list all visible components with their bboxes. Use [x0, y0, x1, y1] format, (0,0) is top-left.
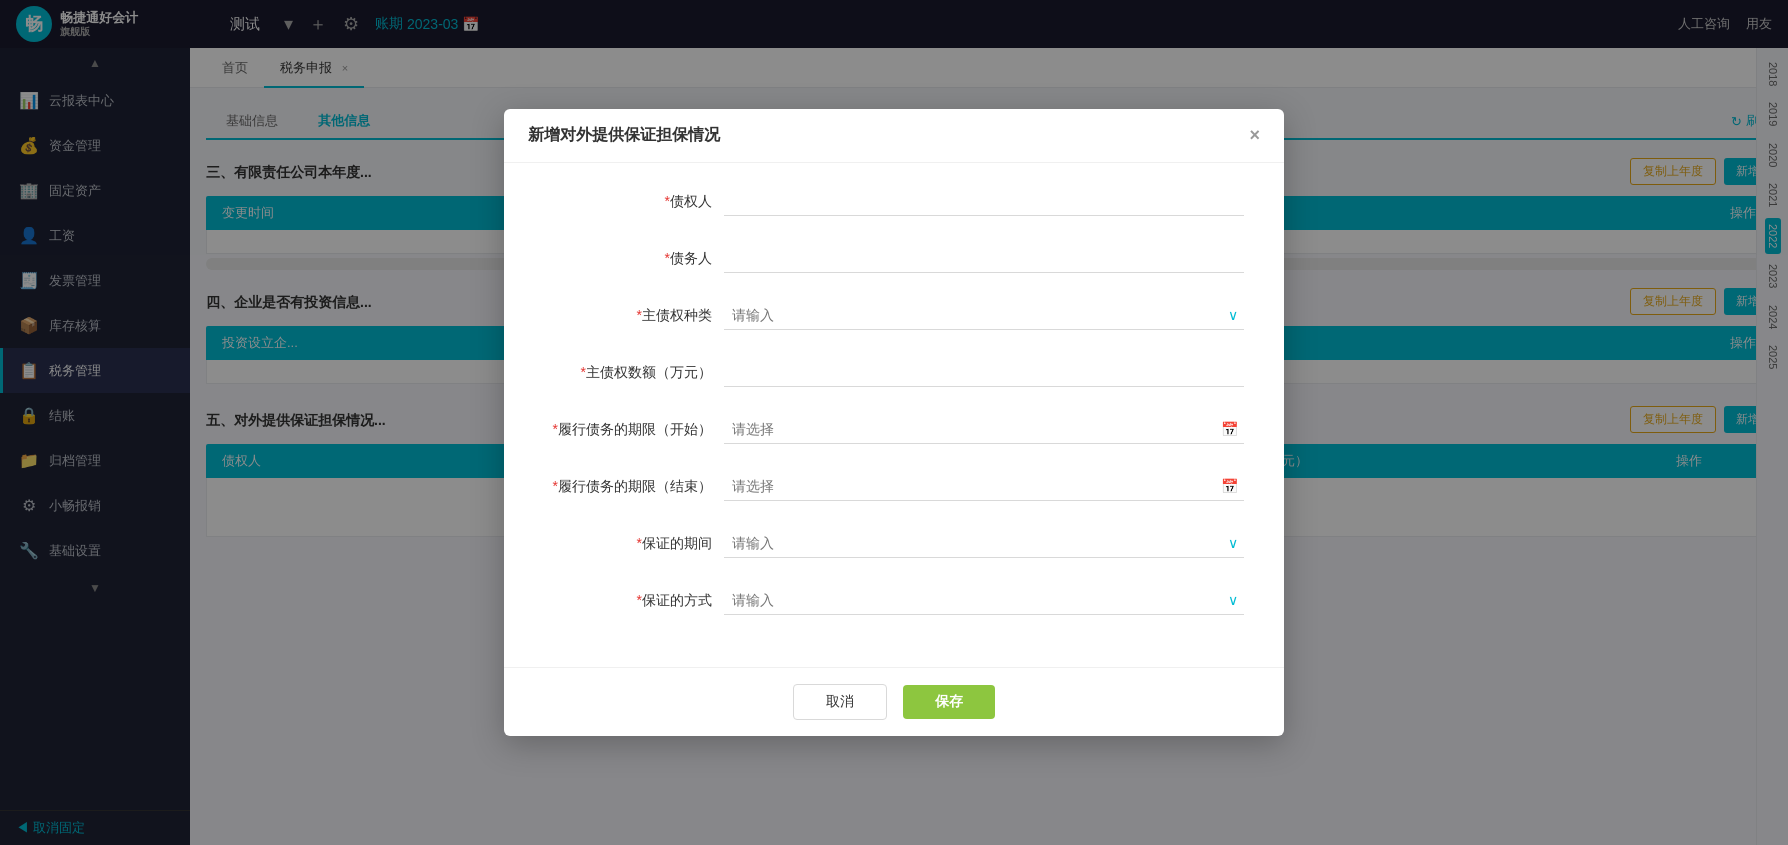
input-claim-amount[interactable]: [724, 358, 1244, 387]
input-creditor[interactable]: [724, 187, 1244, 216]
save-btn[interactable]: 保存: [903, 685, 995, 719]
label-period-end: *履行债务的期限（结束）: [544, 478, 724, 496]
dialog-title: 新增对外提供保证担保情况: [528, 125, 720, 146]
select-arrow-guarantee-period[interactable]: ∨: [1228, 535, 1244, 551]
form-row-creditor: *债权人: [544, 187, 1244, 216]
label-claim-amount: *主债权数额（万元）: [544, 364, 724, 382]
date-input-end[interactable]: [724, 472, 1221, 500]
dialog-close-btn[interactable]: ×: [1249, 125, 1260, 146]
form-row-period-end: *履行债务的期限（结束） 📅: [544, 472, 1244, 501]
dialog-footer: 取消 保存: [504, 667, 1284, 736]
label-guarantee-method: *保证的方式: [544, 592, 724, 610]
calendar-end-icon[interactable]: 📅: [1221, 478, 1244, 494]
select-claim-type[interactable]: ∨: [724, 301, 1244, 330]
select-arrow-guarantee-method[interactable]: ∨: [1228, 592, 1244, 608]
form-row-claim-amount: *主债权数额（万元）: [544, 358, 1244, 387]
select-claim-type-input[interactable]: [724, 301, 1228, 329]
select-guarantee-period-input[interactable]: [724, 529, 1228, 557]
label-period-start: *履行债务的期限（开始）: [544, 421, 724, 439]
dialog: 新增对外提供保证担保情况 × *债权人 *债务人 *: [504, 109, 1284, 736]
form-row-claim-type: *主债权种类 ∨: [544, 301, 1244, 330]
label-claim-type: *主债权种类: [544, 307, 724, 325]
form-row-guarantee-period: *保证的期间 ∨: [544, 529, 1244, 558]
form-row-period-start: *履行债务的期限（开始） 📅: [544, 415, 1244, 444]
date-period-end[interactable]: 📅: [724, 472, 1244, 501]
select-guarantee-method-input[interactable]: [724, 586, 1228, 614]
cancel-btn[interactable]: 取消: [793, 684, 887, 720]
form-row-debtor: *债务人: [544, 244, 1244, 273]
form-row-guarantee-method: *保证的方式 ∨: [544, 586, 1244, 615]
dialog-body: *债权人 *债务人 *主债权种类 ∨: [504, 163, 1284, 667]
label-creditor: *债权人: [544, 193, 724, 211]
label-guarantee-period: *保证的期间: [544, 535, 724, 553]
date-input-start[interactable]: [724, 415, 1221, 443]
date-period-start[interactable]: 📅: [724, 415, 1244, 444]
select-guarantee-period[interactable]: ∨: [724, 529, 1244, 558]
select-arrow-claim-type[interactable]: ∨: [1228, 307, 1244, 323]
input-debtor[interactable]: [724, 244, 1244, 273]
label-debtor: *债务人: [544, 250, 724, 268]
calendar-start-icon[interactable]: 📅: [1221, 421, 1244, 437]
dialog-header: 新增对外提供保证担保情况 ×: [504, 109, 1284, 163]
dialog-overlay: 新增对外提供保证担保情况 × *债权人 *债务人 *: [0, 0, 1788, 845]
select-guarantee-method[interactable]: ∨: [724, 586, 1244, 615]
